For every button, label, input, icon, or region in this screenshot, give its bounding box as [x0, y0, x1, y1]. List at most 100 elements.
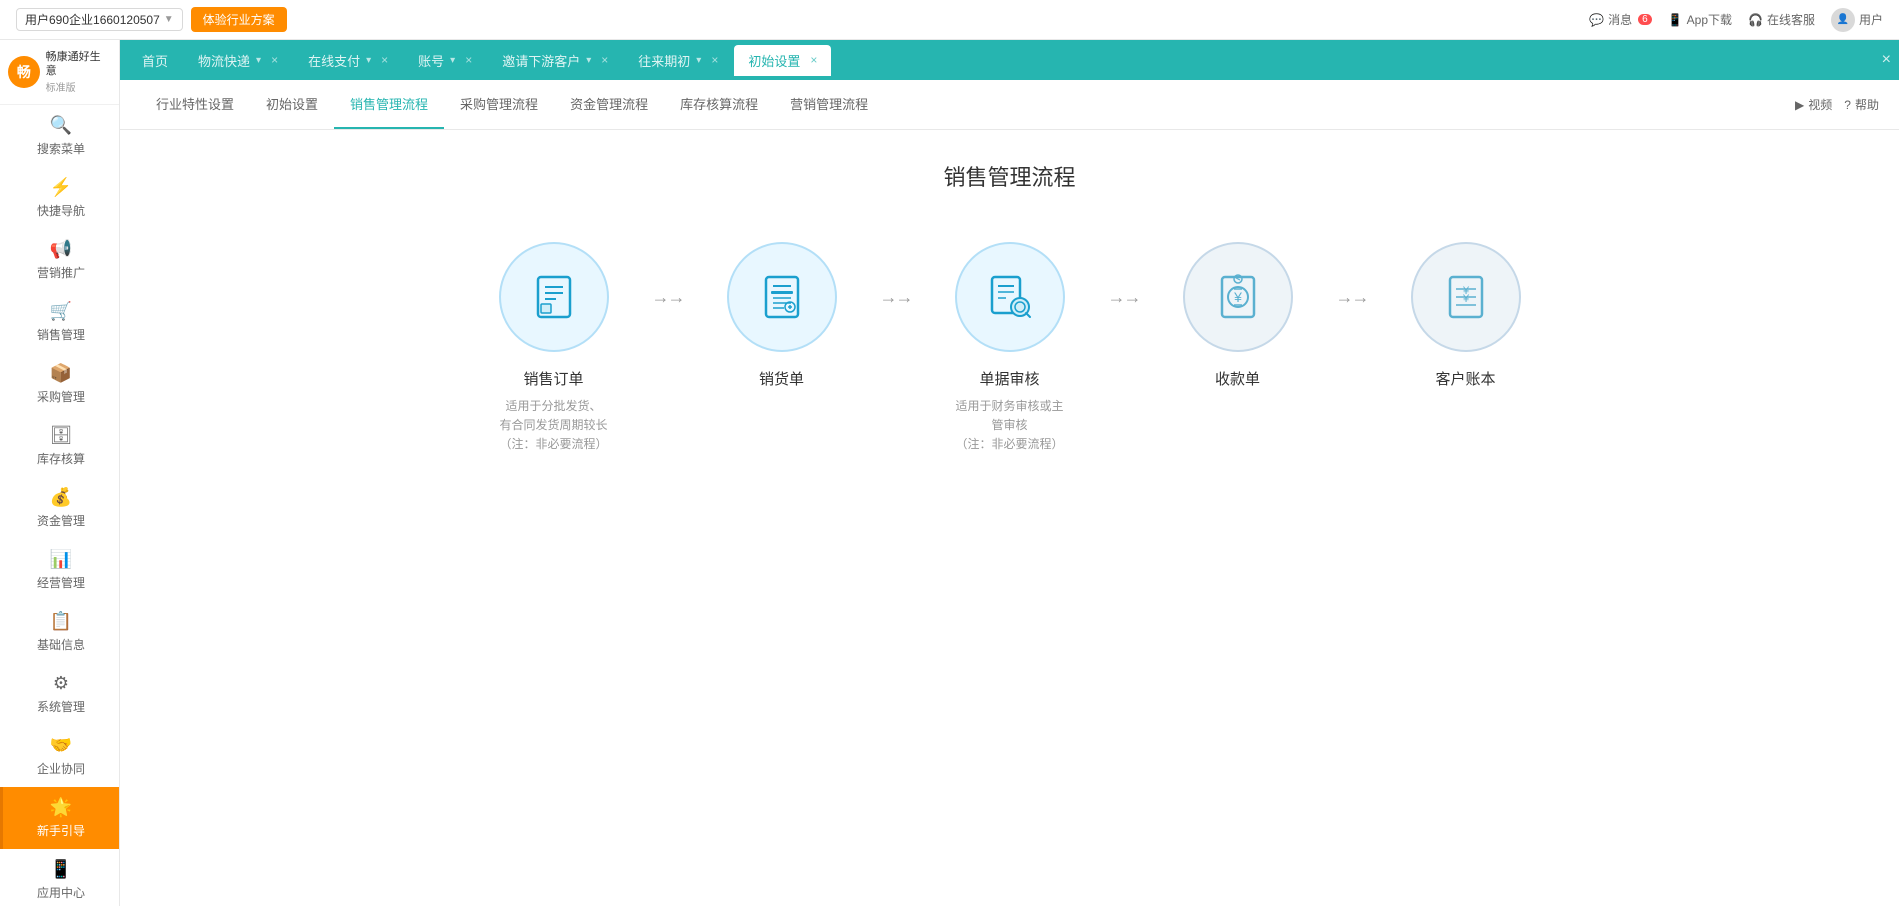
sidebar-logo: 畅 畅康通好生意 标准版	[0, 40, 119, 105]
help-button[interactable]: ? 帮助	[1844, 96, 1879, 113]
chevron-down-icon: ▼	[164, 14, 174, 25]
flow-arrow-2: →→	[872, 287, 920, 308]
chart-icon: 📊	[50, 549, 72, 570]
sidebar-item-app-center[interactable]: 📱 应用中心	[0, 849, 119, 906]
flow-item-name: 收款单	[1215, 368, 1260, 389]
close-all-tabs-button[interactable]: ×	[1882, 51, 1891, 69]
tab-invite-downstream[interactable]: 邀请下游客户 ▾ ×	[488, 45, 622, 76]
sidebar-item-enterprise-collab[interactable]: 🤝 企业协同	[0, 725, 119, 787]
flow-item-collection-slip: ¥ 收款单	[1148, 242, 1328, 397]
logo-icon: 畅	[8, 56, 40, 88]
flow-circle-sales-invoice[interactable]	[727, 242, 837, 352]
flow-item-name: 销货单	[759, 368, 804, 389]
chevron-down-icon: ▾	[256, 55, 261, 66]
sidebar-item-label: 销售管理	[37, 326, 85, 343]
chevron-down-icon: ▾	[450, 55, 455, 66]
main-layout: 畅 畅康通好生意 标准版 🔍 搜索菜单 ⚡ 快捷导航 📢 营销推广 🛒 销售管理…	[0, 40, 1899, 906]
sub-tabs: 行业特性设置 初始设置 销售管理流程 采购管理流程 资金管理流程 库存核算流程	[120, 80, 1899, 130]
flow-arrow-3: →→	[1100, 287, 1148, 308]
close-icon[interactable]: ×	[601, 53, 608, 67]
page-title: 销售管理流程	[943, 160, 1075, 192]
app-download-button[interactable]: 📱 App下载	[1668, 11, 1732, 28]
lightning-icon: ⚡	[50, 177, 72, 198]
sidebar-item-label: 搜索菜单	[37, 140, 85, 157]
flow-circle-collection-slip[interactable]: ¥	[1183, 242, 1293, 352]
play-icon: ▶	[1795, 98, 1804, 112]
sub-tab-sales-flow[interactable]: 销售管理流程	[334, 80, 444, 129]
message-icon: 💬	[1589, 13, 1604, 27]
star-icon: 🌟	[50, 797, 72, 818]
tab-period-initial[interactable]: 往来期初 ▾ ×	[624, 45, 732, 76]
top-bar-left: 用户690企业1660120507 ▼ 体验行业方案	[16, 7, 287, 32]
sidebar-item-quick-nav[interactable]: ⚡ 快捷导航	[0, 167, 119, 229]
close-icon[interactable]: ×	[711, 53, 718, 67]
sidebar-item-basic-info[interactable]: 📋 基础信息	[0, 601, 119, 663]
flow-item-desc: 适用于财务审核或主管审核（注：非必要流程）	[955, 397, 1063, 455]
video-help-button[interactable]: ▶ 视频	[1795, 96, 1832, 113]
flow-item-sales-invoice: 销货单	[692, 242, 872, 397]
sub-tab-marketing-flow[interactable]: 营销管理流程	[774, 80, 884, 129]
tab-label: 首页	[142, 51, 168, 70]
close-icon[interactable]: ×	[381, 53, 388, 67]
content-area: 首页 物流快递 ▾ × 在线支付 ▾ × 账号 ▾ × 邀请下游客户 ▾ ×	[120, 40, 1899, 906]
sub-tab-finance-flow[interactable]: 资金管理流程	[554, 80, 664, 129]
online-service-button[interactable]: 🎧 在线客服	[1748, 11, 1815, 28]
flow-item-customer-ledger: ¥ ¥ 客户账本	[1376, 242, 1556, 397]
flow-arrow-4: →→	[1328, 287, 1376, 308]
tab-logistics[interactable]: 物流快递 ▾ ×	[184, 45, 292, 76]
flow-circle-customer-ledger[interactable]: ¥ ¥	[1411, 242, 1521, 352]
trial-button[interactable]: 体验行业方案	[191, 7, 287, 32]
sidebar-item-inventory[interactable]: 🗄 库存核算	[0, 415, 119, 477]
sidebar-item-label: 基础信息	[37, 636, 85, 653]
user-selector[interactable]: 用户690企业1660120507 ▼	[16, 8, 183, 31]
flow-item-name: 客户账本	[1435, 368, 1495, 389]
sub-tab-industry-settings[interactable]: 行业特性设置	[140, 80, 250, 129]
sidebar-item-marketing-promo[interactable]: 📢 营销推广	[0, 229, 119, 291]
flow-circle-document-review[interactable]	[955, 242, 1065, 352]
search-icon: 🔍	[50, 115, 72, 136]
box-icon: 📦	[50, 363, 72, 384]
tab-label: 物流快递	[198, 51, 250, 70]
svg-text:¥: ¥	[1233, 289, 1242, 305]
money-icon: 💰	[50, 487, 72, 508]
tab-initial-setup[interactable]: 初始设置 ×	[734, 45, 831, 76]
headset-icon: 🎧	[1748, 13, 1763, 27]
svg-text:¥: ¥	[1461, 293, 1469, 305]
tab-home[interactable]: 首页	[128, 45, 182, 76]
close-icon[interactable]: ×	[465, 53, 472, 67]
tab-label: 账号	[418, 51, 444, 70]
sidebar-item-purchase-mgmt[interactable]: 📦 采购管理	[0, 353, 119, 415]
sidebar-item-label: 资金管理	[37, 512, 85, 529]
sidebar-item-operations-mgmt[interactable]: 📊 经营管理	[0, 539, 119, 601]
flow-item-desc: 适用于分批发货、有合同发货周期较长（注：非必要流程）	[499, 397, 607, 455]
nav-tabs: 首页 物流快递 ▾ × 在线支付 ▾ × 账号 ▾ × 邀请下游客户 ▾ ×	[120, 40, 1899, 80]
sidebar-item-label: 企业协同	[37, 760, 85, 777]
logo-text: 畅康通好生意	[46, 50, 111, 79]
close-icon[interactable]: ×	[271, 53, 278, 67]
message-button[interactable]: 💬 消息 6	[1589, 11, 1652, 28]
sidebar-item-sys-mgmt[interactable]: ⚙ 系统管理	[0, 663, 119, 725]
sub-tab-initial-settings[interactable]: 初始设置	[250, 80, 334, 129]
mobile-icon: 📱	[50, 859, 72, 880]
top-bar-right: 💬 消息 6 📱 App下载 🎧 在线客服 👤 用户	[1589, 8, 1883, 32]
main-body: 销售管理流程	[120, 130, 1899, 906]
sidebar-item-sales-mgmt[interactable]: 🛒 销售管理	[0, 291, 119, 353]
user-profile-button[interactable]: 👤 用户	[1831, 8, 1883, 32]
sidebar-item-label: 应用中心	[37, 884, 85, 901]
tab-payment[interactable]: 在线支付 ▾ ×	[294, 45, 402, 76]
sidebar-item-search[interactable]: 🔍 搜索菜单	[0, 105, 119, 167]
sidebar-item-new-guide[interactable]: 🌟 新手引导	[0, 787, 119, 849]
sidebar-item-label: 经营管理	[37, 574, 85, 591]
sidebar-item-finance-mgmt[interactable]: 💰 资金管理	[0, 477, 119, 539]
sub-tab-purchase-flow[interactable]: 采购管理流程	[444, 80, 554, 129]
sidebar-item-label: 新手引导	[37, 822, 85, 839]
sidebar-item-label: 营销推广	[37, 264, 85, 281]
close-icon[interactable]: ×	[810, 53, 817, 67]
tab-account[interactable]: 账号 ▾ ×	[404, 45, 486, 76]
tab-label: 邀请下游客户	[502, 51, 580, 70]
chevron-down-icon: ▾	[586, 55, 591, 66]
tab-label: 在线支付	[308, 51, 360, 70]
flow-circle-sales-order[interactable]	[499, 242, 609, 352]
sub-tab-inventory-flow[interactable]: 库存核算流程	[664, 80, 774, 129]
app-icon: 📱	[1668, 13, 1683, 27]
